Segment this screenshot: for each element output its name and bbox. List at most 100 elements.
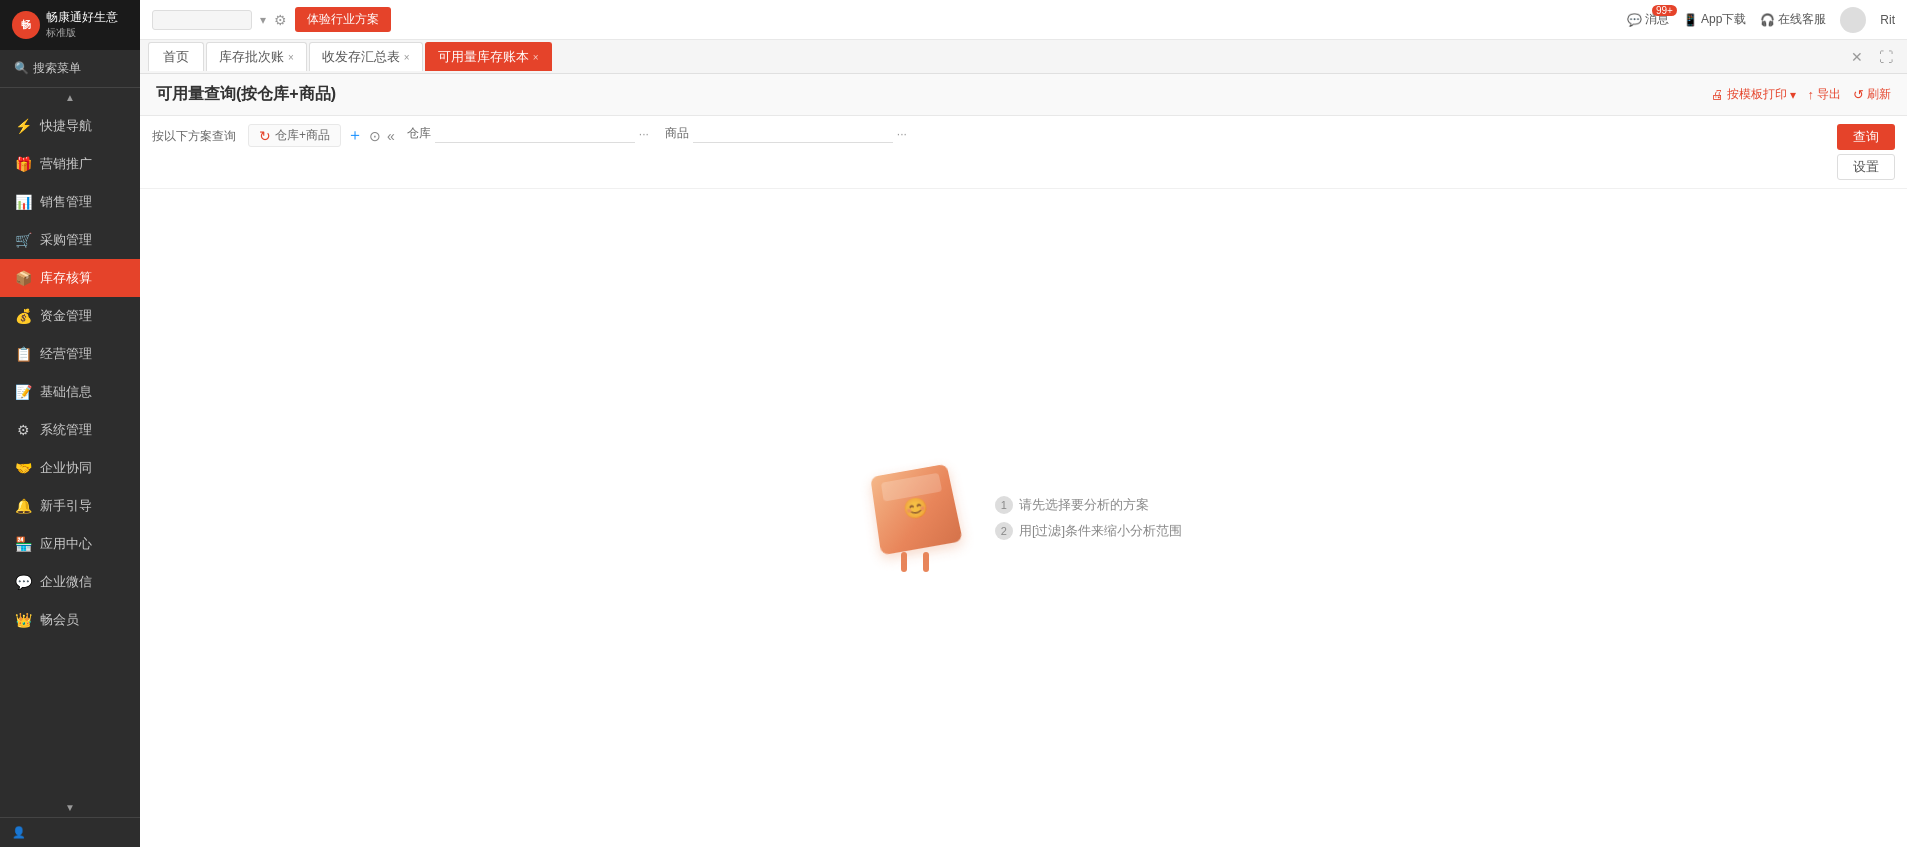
user-avatar <box>1840 7 1866 33</box>
goods-label: 商品 <box>665 125 689 142</box>
warehouse-input[interactable] <box>435 124 635 143</box>
tab-batch-ledger-label: 库存批次账 <box>219 48 284 66</box>
online-service-btn[interactable]: 🎧 在线客服 <box>1760 11 1826 28</box>
content-actions: 🖨 按模板打印 ▾ ↑ 导出 ↺ 刷新 <box>1711 86 1892 103</box>
sidebar-item-label: 新手引导 <box>40 497 92 515</box>
sidebar-item-purchase[interactable]: 🛒 采购管理 <box>0 221 140 259</box>
export-btn[interactable]: ↑ 导出 <box>1808 86 1842 103</box>
online-service-label: 在线客服 <box>1778 11 1826 28</box>
quick-nav-icon: ⚡ <box>14 118 32 134</box>
sidebar-item-label: 资金管理 <box>40 307 92 325</box>
filter-fields: 仓库 ··· 商品 ··· <box>407 124 1825 143</box>
content-area: 可用量查询(按仓库+商品) 🖨 按模板打印 ▾ ↑ 导出 ↺ 刷新 按以下方案 <box>140 74 1907 847</box>
tip-num-1: 1 <box>995 496 1013 514</box>
sidebar-item-inventory[interactable]: 📦 库存核算 <box>0 259 140 297</box>
warehouse-label: 仓库 <box>407 125 431 142</box>
tab-home[interactable]: 首页 <box>148 42 204 71</box>
goods-field: 商品 ··· <box>665 124 907 143</box>
empty-state: 😊 1 请先选择要分析的方案 2 用[过滤]条件来缩小分析范围 <box>140 189 1907 847</box>
sidebar-item-member[interactable]: 👑 畅会员 <box>0 601 140 639</box>
empty-box-icon: 😊 <box>870 464 963 556</box>
message-btn[interactable]: 💬 消息 99+ <box>1627 11 1669 28</box>
operation-icon: 📋 <box>14 346 32 362</box>
sidebar-item-basic[interactable]: 📝 基础信息 <box>0 373 140 411</box>
tabs-expand-btn[interactable]: ⛶ <box>1873 47 1899 67</box>
sidebar-scroll-down[interactable]: ▼ <box>0 798 140 817</box>
member-icon: 👑 <box>14 612 32 628</box>
search-menu-btn[interactable]: 🔍 搜索菜单 <box>10 56 130 81</box>
settings-btn[interactable]: 设置 <box>1837 154 1895 180</box>
sidebar-item-label: 采购管理 <box>40 231 92 249</box>
tabs-actions: ✕ ⛶ <box>1845 47 1899 67</box>
basic-icon: 📝 <box>14 384 32 400</box>
scheme-collapse-btn[interactable]: « <box>387 128 395 144</box>
warehouse-field: 仓库 ··· <box>407 124 649 143</box>
goods-input[interactable] <box>693 124 893 143</box>
tab-batch-ledger-close[interactable]: × <box>288 52 294 63</box>
tab-batch-ledger[interactable]: 库存批次账 × <box>206 42 307 71</box>
warehouse-more-btn[interactable]: ··· <box>639 127 649 141</box>
search-menu-label: 搜索菜单 <box>33 60 81 77</box>
scheme-icon: ↻ <box>259 128 271 144</box>
app-download-label: App下载 <box>1701 11 1746 28</box>
username[interactable]: Rit <box>1880 13 1895 27</box>
sidebar-item-quick-nav[interactable]: ⚡ 快捷导航 <box>0 107 140 145</box>
sidebar-item-label: 营销推广 <box>40 155 92 173</box>
sidebar-item-marketing[interactable]: 🎁 营销推广 <box>0 145 140 183</box>
search-icon: 🔍 <box>14 61 29 75</box>
tip-text-1: 请先选择要分析的方案 <box>1019 496 1149 514</box>
tab-available-ledger-close[interactable]: × <box>533 52 539 63</box>
tab-receipt-summary[interactable]: 收发存汇总表 × <box>309 42 423 71</box>
tab-receipt-summary-close[interactable]: × <box>404 52 410 63</box>
empty-legs <box>901 552 929 572</box>
sidebar-nav: ⚡ 快捷导航 🎁 营销推广 📊 销售管理 🛒 采购管理 📦 库存核算 💰 资金管… <box>0 107 140 798</box>
topbar: ▾ ⚙ 体验行业方案 💬 消息 99+ 📱 App下载 🎧 在线客服 Rit <box>140 0 1907 40</box>
sidebar-item-enterprise[interactable]: 🤝 企业协同 <box>0 449 140 487</box>
app-download-btn[interactable]: 📱 App下载 <box>1683 11 1746 28</box>
topbar-search-input[interactable] <box>152 10 252 30</box>
tip-text-2: 用[过滤]条件来缩小分析范围 <box>1019 522 1182 540</box>
topbar-dropdown-icon[interactable]: ▾ <box>260 13 266 27</box>
app-version: 标准版 <box>46 26 118 40</box>
refresh-btn[interactable]: ↺ 刷新 <box>1853 86 1891 103</box>
content-header: 可用量查询(按仓库+商品) 🖨 按模板打印 ▾ ↑ 导出 ↺ 刷新 <box>140 74 1907 116</box>
filter-scheme: ↻ 仓库+商品 ＋ ⊙ « <box>248 124 395 147</box>
tabs-close-all-btn[interactable]: ✕ <box>1845 47 1869 67</box>
print-btn[interactable]: 🖨 按模板打印 ▾ <box>1711 86 1796 103</box>
sidebar-search-area[interactable]: 🔍 搜索菜单 <box>0 50 140 88</box>
tab-available-ledger[interactable]: 可用量库存账本 × <box>425 42 552 71</box>
topbar-gear-icon[interactable]: ⚙ <box>274 12 287 28</box>
tabs-bar: 首页 库存批次账 × 收发存汇总表 × 可用量库存账本 × ✕ ⛶ <box>140 40 1907 74</box>
scheme-add-btn[interactable]: ＋ <box>347 125 363 146</box>
sidebar-item-guide[interactable]: 🔔 新手引导 <box>0 487 140 525</box>
guide-icon: 🔔 <box>14 498 32 514</box>
sidebar-item-label: 销售管理 <box>40 193 92 211</box>
empty-tip-2: 2 用[过滤]条件来缩小分析范围 <box>995 522 1182 540</box>
tab-home-label: 首页 <box>163 48 189 66</box>
sidebar-footer: 👤 <box>0 817 140 847</box>
sidebar-item-sales[interactable]: 📊 销售管理 <box>0 183 140 221</box>
trial-btn[interactable]: 体验行业方案 <box>295 7 391 32</box>
print-dropdown-icon[interactable]: ▾ <box>1790 88 1796 102</box>
empty-text: 1 请先选择要分析的方案 2 用[过滤]条件来缩小分析范围 <box>995 496 1182 540</box>
scheme-settings-btn[interactable]: ⊙ <box>369 128 381 144</box>
sidebar-item-system[interactable]: ⚙ 系统管理 <box>0 411 140 449</box>
sidebar-item-wechat[interactable]: 💬 企业微信 <box>0 563 140 601</box>
sidebar-item-operation[interactable]: 📋 经营管理 <box>0 335 140 373</box>
query-btn[interactable]: 查询 <box>1837 124 1895 150</box>
tab-receipt-summary-label: 收发存汇总表 <box>322 48 400 66</box>
sidebar-scroll-up[interactable]: ▲ <box>0 88 140 107</box>
sidebar-header: 畅 畅康通好生意 标准版 <box>0 0 140 50</box>
print-label: 按模板打印 <box>1727 86 1787 103</box>
filter-bar: 按以下方案查询 ↻ 仓库+商品 ＋ ⊙ « 仓库 ··· 商品 <box>140 116 1907 189</box>
sidebar-item-label: 库存核算 <box>40 269 92 287</box>
sales-icon: 📊 <box>14 194 32 210</box>
app-center-icon: 🏪 <box>14 536 32 552</box>
sidebar: 畅 畅康通好生意 标准版 🔍 搜索菜单 ▲ ⚡ 快捷导航 🎁 营销推广 📊 销售… <box>0 0 140 847</box>
sidebar-item-app-center[interactable]: 🏪 应用中心 <box>0 525 140 563</box>
online-service-icon: 🎧 <box>1760 13 1775 27</box>
goods-more-btn[interactable]: ··· <box>897 127 907 141</box>
app-download-icon: 📱 <box>1683 13 1698 27</box>
scheme-item[interactable]: ↻ 仓库+商品 <box>248 124 341 147</box>
sidebar-item-finance[interactable]: 💰 资金管理 <box>0 297 140 335</box>
